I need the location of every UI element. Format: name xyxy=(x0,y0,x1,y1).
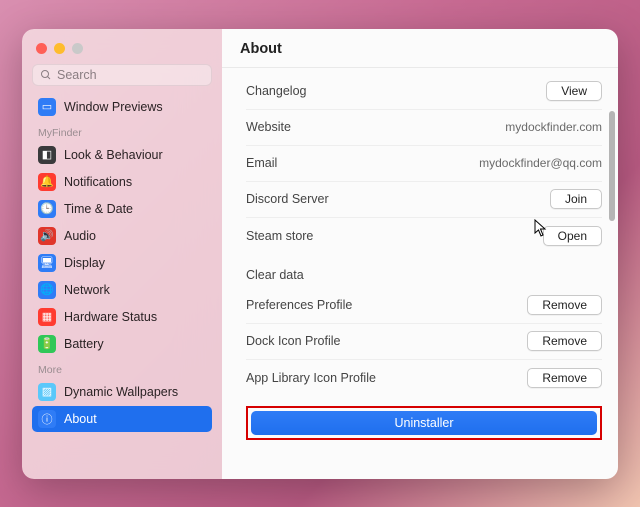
look-icon: ◧ xyxy=(38,146,56,164)
sidebar-section-myfinder: MyFinder xyxy=(32,121,212,141)
sidebar-item-window-previews[interactable]: ▭ Window Previews xyxy=(32,94,212,120)
window-previews-icon: ▭ xyxy=(38,98,56,116)
preferences-window: Search ▭ Window Previews MyFinder ◧ Look… xyxy=(22,29,618,479)
zoom-icon[interactable] xyxy=(72,43,83,54)
sidebar-item-about[interactable]: ⓘ About xyxy=(32,406,212,432)
about-content: Changelog View Website mydockfinder.com … xyxy=(222,68,618,479)
join-button[interactable]: Join xyxy=(550,189,602,209)
row-website: Website mydockfinder.com xyxy=(246,110,602,146)
row-label: Discord Server xyxy=(246,192,329,206)
sidebar-item-display[interactable]: 🖥 Display xyxy=(32,250,212,276)
search-input[interactable]: Search xyxy=(32,64,212,86)
row-steam: Steam store Open xyxy=(246,218,602,254)
sidebar-item-label: Network xyxy=(64,283,110,297)
sidebar-item-wallpapers[interactable]: ▨ Dynamic Wallpapers xyxy=(32,379,212,405)
sidebar-item-label: Notifications xyxy=(64,175,132,189)
email-value[interactable]: mydockfinder@qq.com xyxy=(479,156,602,170)
row-label: Steam store xyxy=(246,229,313,243)
row-pref-profile: Preferences Profile Remove xyxy=(246,288,602,324)
clock-icon: 🕒 xyxy=(38,200,56,218)
open-button[interactable]: Open xyxy=(543,226,602,246)
sidebar-item-label: Battery xyxy=(64,337,104,351)
row-label: App Library Icon Profile xyxy=(246,371,376,385)
search-icon xyxy=(40,69,52,81)
row-label: Preferences Profile xyxy=(246,298,352,312)
speaker-icon: 🔊 xyxy=(38,227,56,245)
sidebar-item-label: Audio xyxy=(64,229,96,243)
chip-icon: ▦ xyxy=(38,308,56,326)
globe-icon: 🌐 xyxy=(38,281,56,299)
sidebar-item-look[interactable]: ◧ Look & Behaviour xyxy=(32,142,212,168)
sidebar-section-more: More xyxy=(32,358,212,378)
minimize-icon[interactable] xyxy=(54,43,65,54)
row-discord: Discord Server Join xyxy=(246,182,602,218)
display-icon: 🖥 xyxy=(38,254,56,272)
sidebar-item-audio[interactable]: 🔊 Audio xyxy=(32,223,212,249)
sidebar-item-label: Window Previews xyxy=(64,100,163,114)
clear-data-heading: Clear data xyxy=(246,254,602,288)
sidebar-item-network[interactable]: 🌐 Network xyxy=(32,277,212,303)
sidebar-item-label: About xyxy=(64,412,97,426)
info-icon: ⓘ xyxy=(38,410,56,428)
row-email: Email mydockfinder@qq.com xyxy=(246,146,602,182)
bell-icon: 🔔 xyxy=(38,173,56,191)
view-button[interactable]: View xyxy=(546,81,602,101)
sidebar-item-label: Display xyxy=(64,256,105,270)
sidebar-item-label: Time & Date xyxy=(64,202,133,216)
page-title: About xyxy=(222,29,618,68)
sidebar: Search ▭ Window Previews MyFinder ◧ Look… xyxy=(22,29,222,479)
row-label: Changelog xyxy=(246,84,306,98)
sidebar-item-hardware[interactable]: ▦ Hardware Status xyxy=(32,304,212,330)
sidebar-item-notifications[interactable]: 🔔 Notifications xyxy=(32,169,212,195)
sidebar-item-label: Dynamic Wallpapers xyxy=(64,385,178,399)
remove-button[interactable]: Remove xyxy=(527,295,602,315)
remove-button[interactable]: Remove xyxy=(527,331,602,351)
sidebar-item-time[interactable]: 🕒 Time & Date xyxy=(32,196,212,222)
row-label: Dock Icon Profile xyxy=(246,334,340,348)
search-placeholder: Search xyxy=(57,68,97,82)
window-controls xyxy=(32,39,212,64)
battery-icon: 🔋 xyxy=(38,335,56,353)
uninstaller-highlight: Uninstaller xyxy=(246,406,602,440)
scrollbar[interactable] xyxy=(609,71,615,473)
row-changelog: Changelog View xyxy=(246,74,602,110)
sidebar-item-battery[interactable]: 🔋 Battery xyxy=(32,331,212,357)
scrollbar-thumb[interactable] xyxy=(609,111,615,221)
main-panel: About Changelog View Website mydockfinde… xyxy=(222,29,618,479)
sidebar-item-label: Look & Behaviour xyxy=(64,148,163,162)
remove-button[interactable]: Remove xyxy=(527,368,602,388)
row-label: Website xyxy=(246,120,291,134)
row-dock-profile: Dock Icon Profile Remove xyxy=(246,324,602,360)
website-value[interactable]: mydockfinder.com xyxy=(505,120,602,134)
row-label: Email xyxy=(246,156,277,170)
row-applib-profile: App Library Icon Profile Remove xyxy=(246,360,602,396)
close-icon[interactable] xyxy=(36,43,47,54)
sidebar-item-label: Hardware Status xyxy=(64,310,157,324)
uninstaller-button[interactable]: Uninstaller xyxy=(251,411,597,435)
wallpaper-icon: ▨ xyxy=(38,383,56,401)
